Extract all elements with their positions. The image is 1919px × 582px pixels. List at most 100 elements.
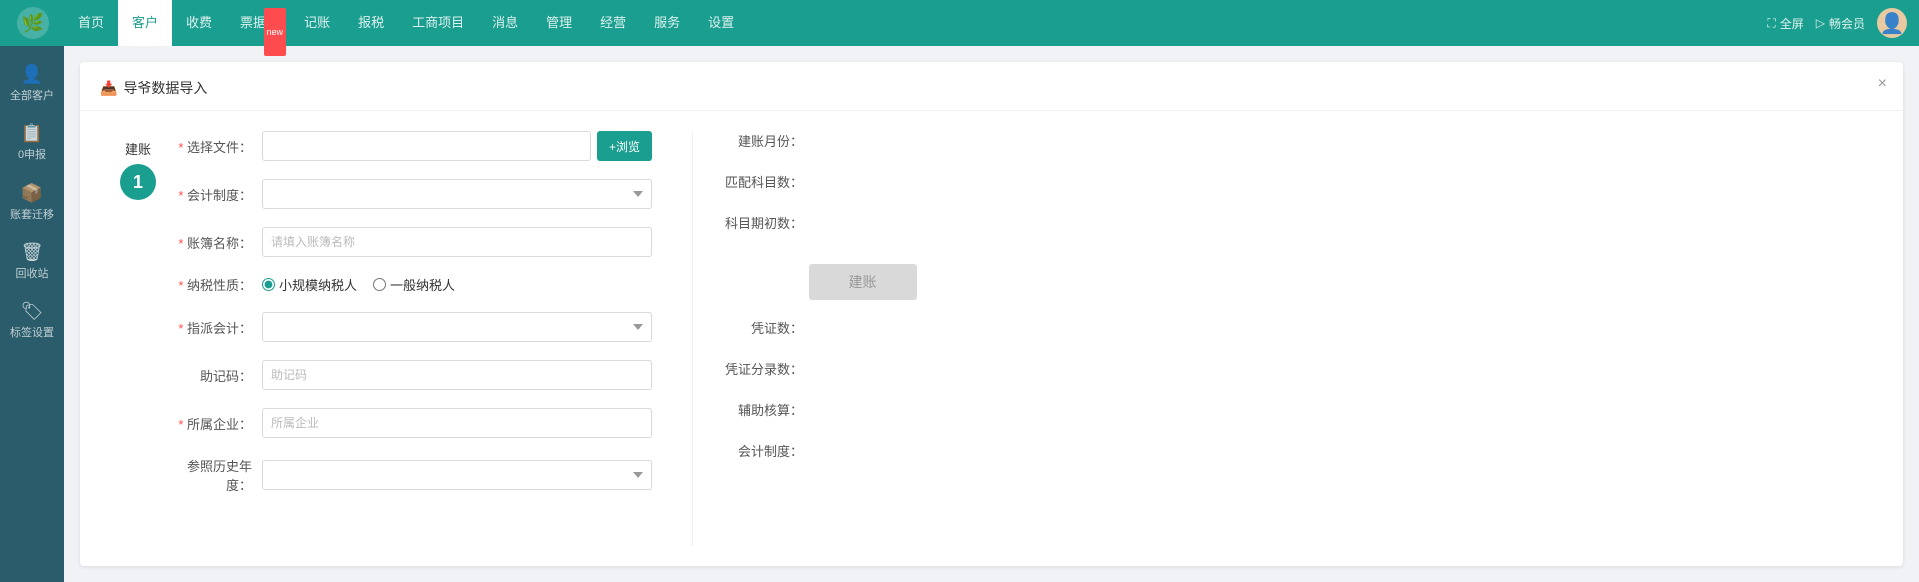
accounting-system-select[interactable] <box>262 179 652 209</box>
period-init-row: 科目期初数： <box>713 213 1012 232</box>
file-input[interactable] <box>262 131 591 161</box>
form-icon: 📋 <box>21 123 43 144</box>
general-taxpayer-label: 一般纳税人 <box>390 275 455 294</box>
general-taxpayer-radio[interactable] <box>373 278 386 291</box>
main-content: 📥 导爷数据导入 × 建账 1 <box>64 46 1919 582</box>
small-taxpayer-option[interactable]: 小规模纳税人 <box>262 275 357 294</box>
tag-icon: 🏷 <box>21 301 44 322</box>
sidebar-label-migration: 账套迁移 <box>10 208 54 222</box>
step-badge: 1 <box>120 164 156 200</box>
sidebar: 👤 全部客户 📋 0申报 📦 账套迁移 🗑 回收站 🏷 标签设置 <box>0 46 64 582</box>
general-taxpayer-option[interactable]: 一般纳税人 <box>373 275 455 294</box>
sidebar-item-declaration[interactable]: 📋 0申报 <box>3 115 61 170</box>
sidebar-label-recycle: 回收站 <box>16 267 49 281</box>
period-init-label: 科目期初数： <box>713 213 803 232</box>
avatar-icon: 👤 <box>1880 11 1905 36</box>
aux-accounting-row: 辅助核算： <box>713 400 1012 419</box>
nav-item-settings[interactable]: 设置 <box>694 0 748 46</box>
fullscreen-icon: ⛶ <box>1767 16 1775 31</box>
ledger-name-label: 账簿名称： <box>172 233 252 252</box>
new-badge: new <box>264 8 287 56</box>
play-icon: ▷ <box>1816 16 1825 30</box>
sidebar-item-all-clients[interactable]: 👤 全部客户 <box>3 56 61 111</box>
assign-accountant-select[interactable] <box>262 312 652 342</box>
nav-item-invoices[interactable]: 票据 new <box>226 0 290 46</box>
nav-item-fees[interactable]: 收费 <box>172 0 226 46</box>
accounting-system-label: 会计制度： <box>172 185 252 204</box>
ledger-name-input[interactable] <box>262 227 652 257</box>
setup-month-label: 建账月份： <box>713 131 803 150</box>
assign-accountant-label: 指派会计： <box>172 318 252 337</box>
panel-body: 建账 1 选择文件： +浏览 <box>80 111 1903 566</box>
nav-items: 首页 客户 收费 票据 new 记账 报税 工商项目 消息 管理 经营 服务 设… <box>64 0 1767 46</box>
nav-item-biz[interactable]: 工商项目 <box>398 0 478 46</box>
import-panel: 📥 导爷数据导入 × 建账 1 <box>80 62 1903 566</box>
right-accounting-system-label: 会计制度： <box>713 441 803 460</box>
nav-item-services[interactable]: 服务 <box>640 0 694 46</box>
panel-title: 导爷数据导入 <box>123 78 207 98</box>
reference-year-label: 参照历史年度： <box>172 456 252 494</box>
memo-code-label: 助记码： <box>172 366 252 385</box>
form-left: 选择文件： +浏览 会计制度： <box>172 131 652 512</box>
build-account-button[interactable]: 建账 <box>809 264 917 300</box>
nav-item-operations[interactable]: 经营 <box>586 0 640 46</box>
memo-code-input[interactable] <box>262 360 652 390</box>
sidebar-item-recycle[interactable]: 🗑 回收站 <box>3 234 61 289</box>
file-input-row: +浏览 <box>262 131 652 161</box>
voucher-entries-label: 凭证分录数： <box>713 359 803 378</box>
panel-header: 📥 导爷数据导入 × <box>80 62 1903 111</box>
sidebar-item-migration[interactable]: 📦 账套迁移 <box>3 175 61 230</box>
layout: 👤 全部客户 📋 0申报 📦 账套迁移 🗑 回收站 🏷 标签设置 📥 导爷数据导… <box>0 46 1919 582</box>
reference-year-select[interactable] <box>262 460 652 490</box>
nav-item-home[interactable]: 首页 <box>64 0 118 46</box>
nav-item-manage[interactable]: 管理 <box>532 0 586 46</box>
box-icon: 📦 <box>21 183 43 204</box>
nav-item-messages[interactable]: 消息 <box>478 0 532 46</box>
trash-icon: 🗑 <box>21 242 44 263</box>
sidebar-label-tags: 标签设置 <box>10 326 54 340</box>
sidebar-label-declaration: 0申报 <box>18 148 46 162</box>
memo-code-row: 助记码： <box>172 360 652 390</box>
voucher-count-row: 凭证数： <box>713 318 1012 337</box>
right-accounting-system-row: 会计制度： <box>713 441 1012 460</box>
sidebar-item-tags[interactable]: 🏷 标签设置 <box>3 293 61 348</box>
logo-icon: 🌿 <box>22 13 44 34</box>
nav-item-bookkeeping[interactable]: 记账 <box>290 0 344 46</box>
affiliated-company-label: 所属企业： <box>172 414 252 433</box>
close-button[interactable]: × <box>1878 76 1887 92</box>
nav-right: ⛶ 全屏 ▷ 畅会员 👤 <box>1767 8 1907 38</box>
step-section: 建账 1 <box>120 131 156 200</box>
setup-month-row: 建账月份： <box>713 131 1012 150</box>
tax-type-radio-group: 小规模纳税人 一般纳税人 <box>262 275 652 294</box>
avatar[interactable]: 👤 <box>1877 8 1907 38</box>
reference-year-row: 参照历史年度： <box>172 456 652 494</box>
accounting-system-row: 会计制度： <box>172 179 652 209</box>
build-btn-container: 建账 <box>713 254 1012 300</box>
nav-item-clients[interactable]: 客户 <box>118 0 172 46</box>
vip-btn[interactable]: ▷ 畅会员 <box>1816 15 1865 32</box>
top-nav: 🌿 首页 客户 收费 票据 new 记账 报税 工商项目 消息 管理 经营 服务… <box>0 0 1919 46</box>
file-label: 选择文件： <box>172 137 252 156</box>
affiliated-company-row: 所属企业： <box>172 408 652 438</box>
aux-accounting-label: 辅助核算： <box>713 400 803 419</box>
affiliated-company-input[interactable] <box>262 408 652 438</box>
match-subjects-row: 匹配科目数： <box>713 172 1012 191</box>
fullscreen-btn[interactable]: ⛶ 全屏 <box>1767 15 1803 32</box>
step-label: 建账 <box>125 131 151 158</box>
tax-type-label: 纳税性质： <box>172 275 252 294</box>
browse-button[interactable]: +浏览 <box>597 131 652 161</box>
person-icon: 👤 <box>21 64 43 85</box>
small-taxpayer-radio[interactable] <box>262 278 275 291</box>
voucher-entries-row: 凭证分录数： <box>713 359 1012 378</box>
sidebar-label-all-clients: 全部客户 <box>10 89 54 103</box>
form-right: 建账月份： 匹配科目数： 科目期初数： 建账 <box>692 131 1012 546</box>
file-row: 选择文件： +浏览 <box>172 131 652 161</box>
logo[interactable]: 🌿 <box>10 0 56 46</box>
ledger-name-row: 账簿名称： <box>172 227 652 257</box>
match-subjects-label: 匹配科目数： <box>713 172 803 191</box>
tax-type-row: 纳税性质： 小规模纳税人 一般纳税人 <box>172 275 652 294</box>
assign-accountant-row: 指派会计： <box>172 312 652 342</box>
import-icon: 📥 <box>100 80 117 97</box>
small-taxpayer-label: 小规模纳税人 <box>279 275 357 294</box>
nav-item-tax[interactable]: 报税 <box>344 0 398 46</box>
